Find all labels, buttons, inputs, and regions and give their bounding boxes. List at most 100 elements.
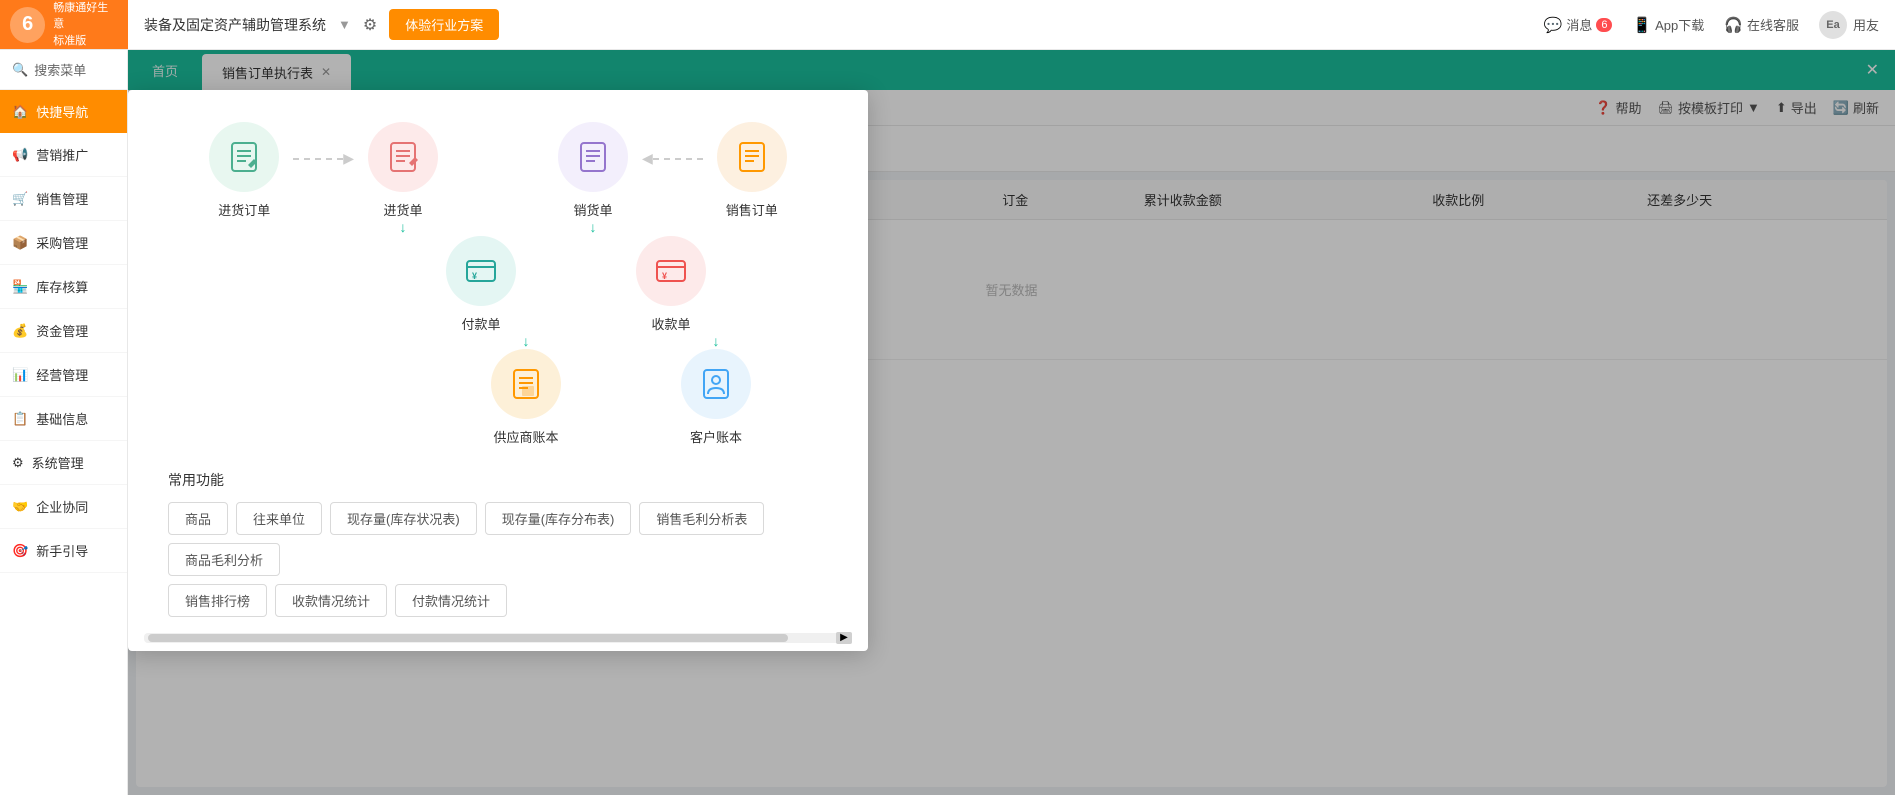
avatar: Ea	[1819, 11, 1847, 39]
sidebar-item-enterprise[interactable]: 🤝 企业协同	[0, 485, 127, 529]
sidebar-item-marketing[interactable]: 📢 营销推广	[0, 133, 127, 177]
business-icon: 📊	[12, 367, 28, 383]
func-btn-stock-dist[interactable]: 现存量(库存分布表)	[485, 502, 632, 535]
payment-bill-node[interactable]: ¥ 付款单	[436, 236, 526, 333]
sidebar-item-label: 库存核算	[36, 277, 88, 296]
sidebar-item-business[interactable]: 📊 经营管理	[0, 353, 127, 397]
modal-scrollbar[interactable]: ▶	[144, 633, 852, 643]
sales-bill-node[interactable]: 销货单	[548, 122, 638, 219]
sidebar-item-sales[interactable]: 🛒 销售管理	[0, 177, 127, 221]
sales-order-label: 销售订单	[726, 200, 778, 219]
func-buttons-row2: 销售排行榜 收款情况统计 付款情况统计	[168, 584, 828, 617]
common-functions-title: 常用功能	[168, 470, 828, 490]
func-btn-sales-margin[interactable]: 销售毛利分析表	[639, 502, 764, 535]
sidebar-item-label: 采购管理	[36, 233, 88, 252]
flow-diagram: 进货订单 ▶ 进货单	[128, 90, 868, 470]
sidebar-item-basic-info[interactable]: 📋 基础信息	[0, 397, 127, 441]
sidebar-item-label: 营销推广	[36, 145, 88, 164]
download-icon: 📱	[1632, 16, 1651, 34]
supplier-ledger-node[interactable]: 供应商账本	[481, 349, 571, 446]
sidebar-item-quick-nav[interactable]: 🏠 快捷导航	[0, 90, 127, 133]
purchase-bill-node[interactable]: 进货单	[358, 122, 448, 219]
search-menu-label: 搜索菜单	[34, 60, 86, 79]
inventory-icon: 🏪	[12, 279, 28, 295]
payment-bill-circle: ¥	[446, 236, 516, 306]
sales-order-node[interactable]: 销售订单	[707, 122, 797, 219]
logo-text: 畅康通好生意 标准版	[53, 0, 118, 49]
svg-text:¥: ¥	[472, 271, 477, 281]
user-name: 用友	[1853, 15, 1879, 34]
sidebar: 🔍 搜索菜单 🏠 快捷导航 📢 营销推广 🛒 销售管理 📦 采购管理 🏪 库存核…	[0, 50, 128, 795]
func-btn-receipt-stats[interactable]: 收款情况统计	[275, 584, 387, 617]
supplier-ledger-circle	[491, 349, 561, 419]
customer-ledger-node[interactable]: 客户账本	[671, 349, 761, 446]
sidebar-item-newbie[interactable]: 🎯 新手引导	[0, 529, 127, 573]
purchase-order-circle	[209, 122, 279, 192]
receipt-bill-circle: ¥	[636, 236, 706, 306]
sidebar-item-label: 新手引导	[36, 541, 88, 560]
func-btn-product-margin[interactable]: 商品毛利分析	[168, 543, 280, 576]
sidebar-item-system[interactable]: ⚙ 系统管理	[0, 441, 127, 485]
message-btn[interactable]: 💬 消息 6	[1544, 15, 1613, 34]
system-title: 装备及固定资产辅助管理系统	[144, 15, 326, 35]
supplier-ledger-label: 供应商账本	[493, 427, 558, 446]
sidebar-item-label: 资金管理	[36, 321, 88, 340]
arrow-dashed-1: ▶	[293, 150, 354, 167]
purchase-bill-circle	[368, 122, 438, 192]
modal-scrollbar-thumb[interactable]	[148, 634, 788, 642]
sales-bill-label: 销货单	[573, 200, 612, 219]
search-menu-item[interactable]: 🔍 搜索菜单	[0, 50, 127, 90]
search-icon: 🔍	[12, 62, 28, 78]
sidebar-item-label: 企业协同	[36, 497, 88, 516]
func-btn-partner[interactable]: 往来单位	[236, 502, 322, 535]
purchase-bill-label: 进货单	[383, 200, 422, 219]
sidebar-item-label: 销售管理	[36, 189, 88, 208]
logo-icon: 6	[10, 7, 45, 43]
settings-icon[interactable]: ⚙	[363, 15, 377, 35]
sales-bill-circle	[558, 122, 628, 192]
payment-bill-label: 付款单	[461, 314, 500, 333]
modal: 进货订单 ▶ 进货单	[128, 90, 868, 651]
marketing-icon: 📢	[12, 147, 28, 163]
quick-nav-icon: 🏠	[12, 104, 28, 120]
system-icon: ⚙	[12, 455, 24, 471]
sidebar-item-finance[interactable]: 💰 资金管理	[0, 309, 127, 353]
trial-button[interactable]: 体验行业方案	[389, 9, 499, 40]
newbie-icon: 🎯	[12, 543, 28, 559]
sidebar-item-label: 经营管理	[36, 365, 88, 384]
online-service-btn[interactable]: 🎧 在线客服	[1724, 15, 1799, 34]
func-btn-sales-rank[interactable]: 销售排行榜	[168, 584, 267, 617]
logo-area: 6 畅康通好生意 标准版	[0, 0, 128, 49]
func-btn-stock-status[interactable]: 现存量(库存状况表)	[330, 502, 477, 535]
scroll-right-arrow-icon[interactable]: ▶	[836, 632, 852, 644]
message-icon: 💬	[1544, 16, 1563, 34]
arrow-down-purchase: ↓	[400, 219, 407, 236]
enterprise-icon: 🤝	[12, 499, 28, 515]
message-badge: 6	[1596, 18, 1612, 32]
finance-icon: 💰	[12, 323, 28, 339]
arrow-down-payment: ↓	[523, 333, 530, 349]
sales-icon: 🛒	[12, 191, 28, 207]
customer-ledger-label: 客户账本	[690, 427, 742, 446]
user-area[interactable]: Ea 用友	[1819, 11, 1879, 39]
sidebar-item-purchase[interactable]: 📦 采购管理	[0, 221, 127, 265]
arrow-dashed-2: ◀	[642, 150, 703, 167]
func-btn-product[interactable]: 商品	[168, 502, 228, 535]
arrow-down-receipt: ↓	[713, 333, 720, 349]
service-icon: 🎧	[1724, 16, 1743, 34]
purchase-order-label: 进货订单	[218, 200, 270, 219]
sidebar-item-label: 系统管理	[32, 453, 84, 472]
sidebar-item-inventory[interactable]: 🏪 库存核算	[0, 265, 127, 309]
receipt-bill-label: 收款单	[651, 314, 690, 333]
common-functions: 常用功能 商品 往来单位 现存量(库存状况表) 现存量(库存分布表) 销售毛利分…	[128, 470, 868, 633]
receipt-bill-node[interactable]: ¥ 收款单	[626, 236, 716, 333]
app-download-btn[interactable]: 📱 App下载	[1632, 15, 1704, 34]
customer-ledger-circle	[681, 349, 751, 419]
purchase-order-node[interactable]: 进货订单	[199, 122, 289, 219]
arrow-down-sales: ↓	[590, 219, 597, 236]
func-buttons-row1: 商品 往来单位 现存量(库存状况表) 现存量(库存分布表) 销售毛利分析表 商品…	[168, 502, 828, 576]
func-btn-payment-stats[interactable]: 付款情况统计	[395, 584, 507, 617]
purchase-icon: 📦	[12, 235, 28, 251]
svg-text:¥: ¥	[662, 271, 667, 281]
dropdown-arrow-icon[interactable]: ▼	[338, 17, 351, 32]
